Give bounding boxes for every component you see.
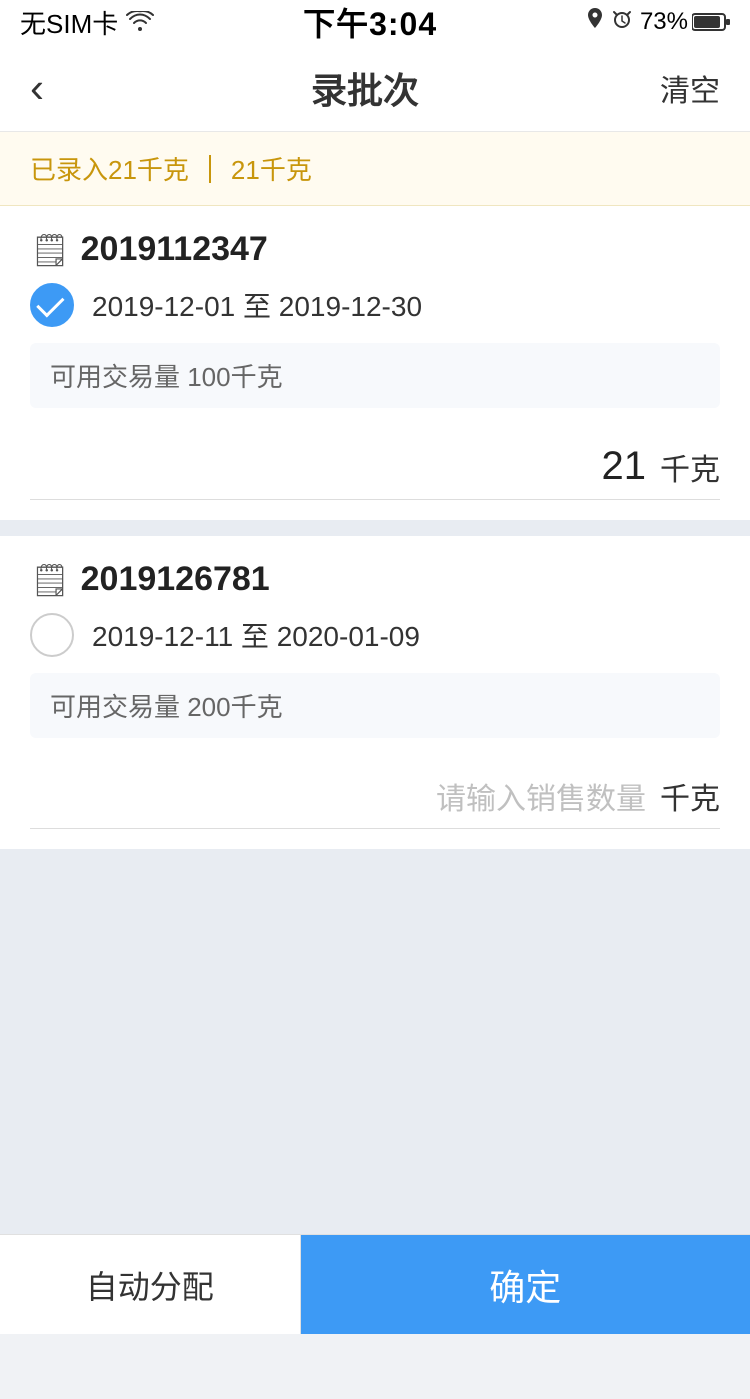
available-box-2: 可用交易量 200千克 xyxy=(30,673,720,738)
alarm-icon xyxy=(612,8,632,37)
recorded-value: 21千克 xyxy=(231,150,312,187)
status-left: 无SIM卡 xyxy=(20,4,154,41)
batch-no-1: 2019112347 xyxy=(81,230,268,269)
date-range-2: 2019-12-11 至 2020-01-09 xyxy=(92,615,420,655)
amount-input-1[interactable] xyxy=(526,444,646,489)
battery-percent: 73% xyxy=(640,8,688,36)
battery-display: 73% xyxy=(640,8,730,36)
location-icon xyxy=(586,8,604,37)
batch-card-2: 🗒 2019126781 2019-12-11 至 2020-01-09 可用交… xyxy=(0,536,750,849)
confirm-button[interactable]: 确定 xyxy=(301,1235,750,1334)
doc-icon-2: 🗒 xyxy=(30,561,71,599)
carrier-text: 无SIM卡 xyxy=(20,4,118,41)
amount-row-1: 千克 xyxy=(0,428,750,499)
date-row-1[interactable]: 2019-12-01 至 2019-12-30 xyxy=(30,283,720,327)
page-title: 录批次 xyxy=(311,62,419,114)
amount-row-2: 请输入销售数量 千克 xyxy=(0,758,750,828)
date-row-2[interactable]: 2019-12-11 至 2020-01-09 xyxy=(30,613,720,657)
available-box-1: 可用交易量 100千克 xyxy=(30,343,720,408)
back-button[interactable]: ‹ xyxy=(30,64,90,112)
status-right: 73% xyxy=(586,8,730,37)
auto-distribute-button[interactable]: 自动分配 xyxy=(0,1235,301,1334)
amount-unit-2: 千克 xyxy=(660,774,720,818)
info-divider xyxy=(209,155,211,183)
batch-card-1: 🗒 2019112347 2019-12-01 至 2019-12-30 可用交… xyxy=(0,206,750,520)
wifi-icon xyxy=(126,7,154,38)
date-range-1: 2019-12-01 至 2019-12-30 xyxy=(92,285,422,325)
batch-header-2: 🗒 2019126781 xyxy=(30,560,720,599)
bottom-area xyxy=(0,849,750,1299)
status-bar: 无SIM卡 下午3:04 xyxy=(0,0,750,44)
nav-bar: ‹ 录批次 清空 xyxy=(0,44,750,132)
clear-button[interactable]: 清空 xyxy=(640,66,720,110)
batch-header-1: 🗒 2019112347 xyxy=(30,230,720,269)
radio-selected-1[interactable] xyxy=(30,283,74,327)
amount-placeholder-2: 请输入销售数量 xyxy=(30,774,646,818)
radio-unselected-2[interactable] xyxy=(30,613,74,657)
status-time: 下午3:04 xyxy=(303,0,437,45)
footer: 自动分配 确定 xyxy=(0,1234,750,1334)
amount-unit-1: 千克 xyxy=(660,445,720,489)
batch-no-2: 2019126781 xyxy=(81,560,270,599)
info-banner: 已录入21千克 21千克 xyxy=(0,132,750,206)
doc-icon-1: 🗒 xyxy=(30,231,71,269)
section-separator xyxy=(0,520,750,536)
recorded-label: 已录入21千克 xyxy=(30,150,189,187)
